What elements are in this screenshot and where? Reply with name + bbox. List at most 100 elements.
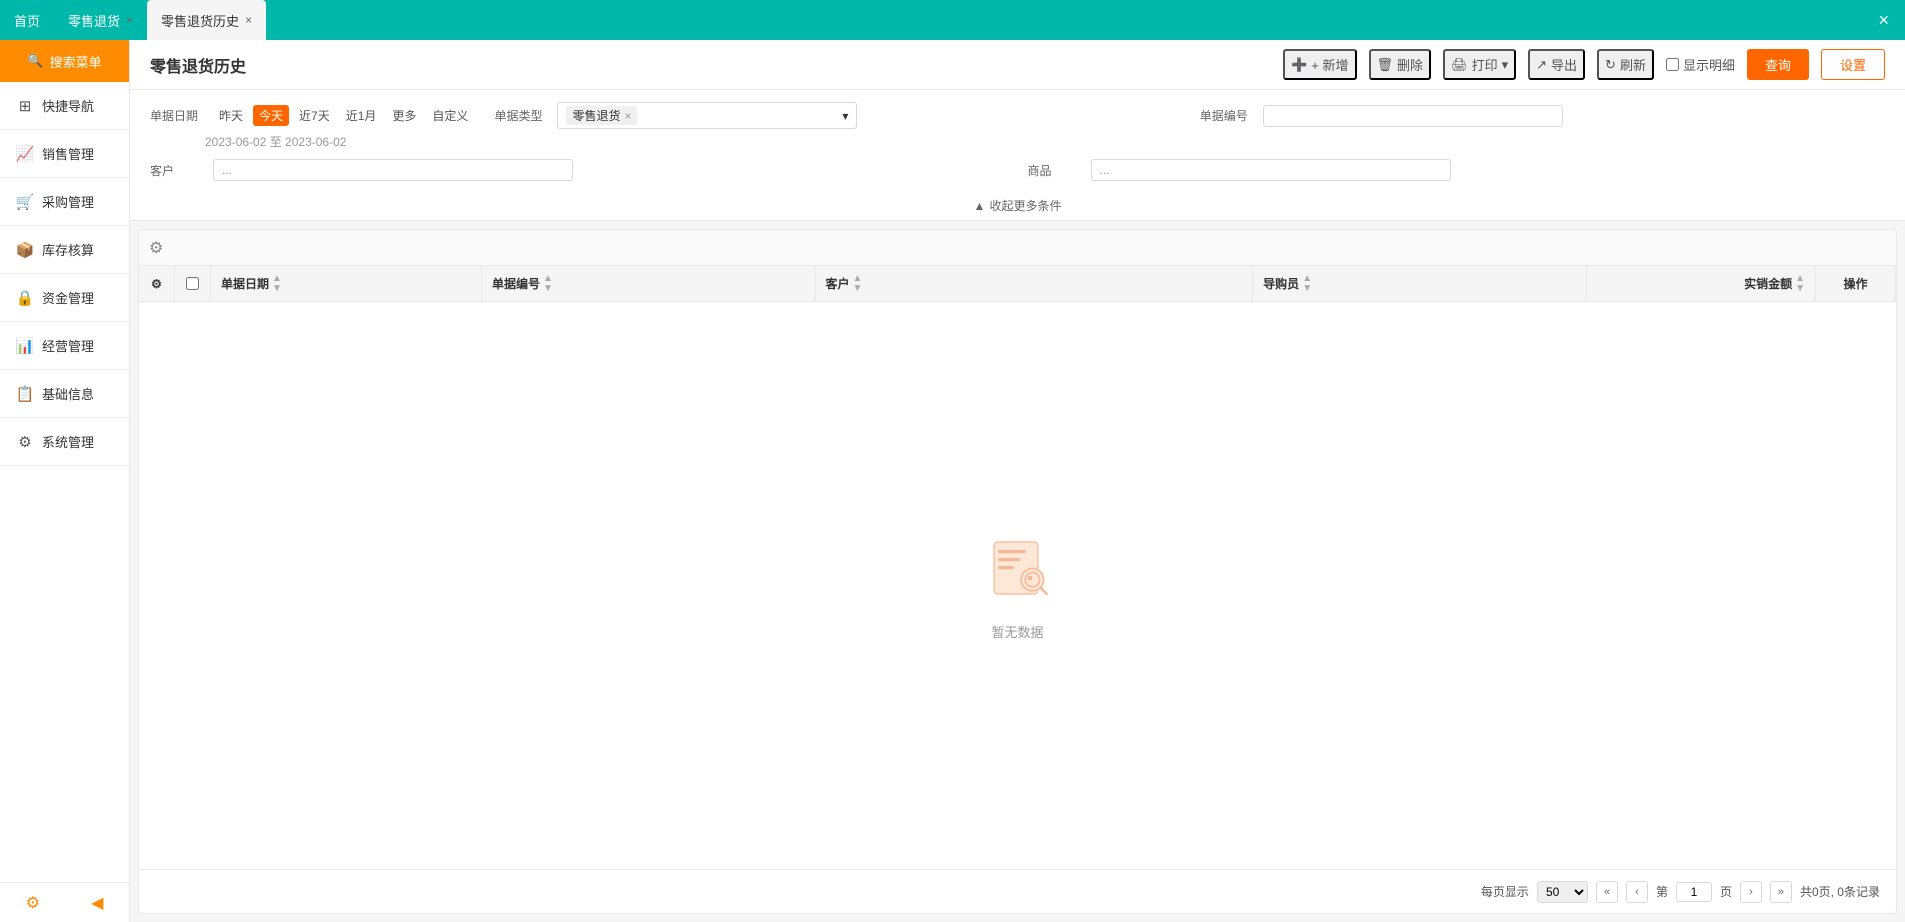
system-mgmt-icon: ⚙ — [16, 433, 34, 451]
last-page-button[interactable]: » — [1770, 881, 1792, 903]
content-area: 零售退货历史 ➕ + 新增 🗑 删除 🖨 打印 ▾ ↗ 导出 — [130, 40, 1905, 922]
print-icon: 🖨 — [1451, 57, 1468, 73]
sidebar-item-quick-nav[interactable]: ⊞ 快捷导航 — [0, 82, 129, 130]
total-label: 共0页, 0条记录 — [1800, 883, 1880, 900]
date-filter-group: 单据日期 昨天 今天 近7天 近1月 更多 自定义 — [150, 105, 474, 126]
settings-bottom-icon[interactable]: ⚙ — [26, 893, 40, 913]
collapse-sidebar-icon[interactable]: ◀ — [91, 893, 103, 913]
page-number-input[interactable] — [1676, 882, 1712, 902]
page-header: 零售退货历史 ➕ + 新增 🗑 删除 🖨 打印 ▾ ↗ 导出 — [130, 40, 1905, 90]
type-tag-label: 零售退货 — [572, 107, 620, 124]
collapse-icon: ▲ — [974, 199, 986, 213]
setting-button[interactable]: 设置 — [1821, 49, 1885, 80]
sidebar-search[interactable]: 🔍 搜索菜单 — [0, 40, 129, 82]
page-size-select[interactable]: 50 10 20 100 — [1537, 881, 1588, 903]
date-opt-more[interactable]: 更多 — [386, 105, 422, 126]
new-icon: ➕ — [1291, 57, 1307, 73]
th-settings: ⚙ — [139, 266, 175, 301]
show-detail-checkbox[interactable] — [1666, 58, 1679, 71]
refresh-label: 刷新 — [1620, 55, 1646, 74]
customer-filter-group: 客户 ... — [150, 159, 1008, 181]
tab-retail-return-history-close[interactable]: × — [245, 13, 252, 27]
tab-retail-return-close[interactable]: × — [126, 13, 133, 27]
date-options: 昨天 今天 近7天 近1月 更多 自定义 — [213, 105, 474, 126]
type-tag-close[interactable]: × — [624, 109, 631, 123]
table-header: ⚙ 单据日期 ▲▼ 单据编号 ▲▼ 客户 ▲▼ 导购员 — [139, 266, 1896, 302]
th-date[interactable]: 单据日期 ▲▼ — [211, 266, 482, 301]
date-opt-today[interactable]: 今天 — [253, 105, 289, 126]
tab-retail-return-history[interactable]: 零售退货历史 × — [147, 0, 266, 40]
inventory-icon: 📦 — [16, 241, 34, 259]
tab-retail-return[interactable]: 零售退货 × — [54, 0, 147, 40]
sidebar-item-inventory[interactable]: 📦 库存核算 — [0, 226, 129, 274]
refresh-button[interactable]: ↻ 刷新 — [1597, 49, 1654, 80]
tab-home-label: 首页 — [14, 11, 40, 30]
goods-filter-select[interactable]: ... — [1091, 159, 1451, 181]
date-range-text: 2023-06-02 至 2023-06-02 — [205, 135, 346, 149]
new-button[interactable]: ➕ + 新增 — [1283, 49, 1356, 80]
sidebar-item-basic-info[interactable]: 📋 基础信息 — [0, 370, 129, 418]
date-opt-custom[interactable]: 自定义 — [426, 105, 474, 126]
order-no-input[interactable] — [1263, 105, 1563, 127]
first-page-button[interactable]: « — [1596, 881, 1618, 903]
th-amount[interactable]: 实销金额 ▲▼ — [1587, 266, 1816, 301]
th-guide[interactable]: 导购员 ▲▼ — [1253, 266, 1587, 301]
goods-ellipsis: ... — [1100, 163, 1110, 177]
header-actions: ➕ + 新增 🗑 删除 🖨 打印 ▾ ↗ 导出 ↻ — [1283, 49, 1885, 80]
page-label: 页 — [1720, 883, 1732, 900]
customer-filter-select[interactable]: ... — [213, 159, 573, 181]
tab-retail-return-history-label: 零售退货历史 — [161, 11, 239, 30]
amount-sort-icon: ▲▼ — [1795, 274, 1805, 294]
delete-button[interactable]: 🗑 删除 — [1369, 49, 1432, 80]
next-page-button[interactable]: › — [1740, 881, 1762, 903]
window-close-button[interactable]: × — [1862, 0, 1905, 40]
sidebar-item-sales-mgmt[interactable]: 📈 销售管理 — [0, 130, 129, 178]
sidebar-item-basic-info-label: 基础信息 — [42, 384, 94, 403]
type-filter-select[interactable]: 零售退货 × ▾ — [557, 102, 857, 129]
empty-state-icon — [978, 530, 1058, 610]
filter-row-1: 单据日期 昨天 今天 近7天 近1月 更多 自定义 单据类型 — [150, 102, 1885, 129]
print-button[interactable]: 🖨 打印 ▾ — [1443, 49, 1516, 80]
date-sort-icon: ▲▼ — [272, 274, 282, 294]
order-no-filter-group: 单据编号 — [1200, 105, 1885, 127]
finance-icon: 🔒 — [16, 289, 34, 307]
table-area: ⚙ ⚙ 单据日期 ▲▼ 单据编号 ▲▼ 客户 — [138, 229, 1897, 914]
type-filter-group: 单据类型 零售退货 × ▾ — [494, 102, 1179, 129]
date-filter-label: 单据日期 — [150, 107, 205, 124]
delete-label: 删除 — [1397, 55, 1423, 74]
header-checkbox[interactable] — [186, 277, 199, 290]
collapse-label: 收起更多条件 — [989, 197, 1061, 214]
main-layout: 🔍 搜索菜单 ⊞ 快捷导航 📈 销售管理 🛒 采购管理 📦 库存核算 🔒 — [0, 40, 1905, 922]
sidebar-item-operations[interactable]: 📊 经营管理 — [0, 322, 129, 370]
th-order-no[interactable]: 单据编号 ▲▼ — [482, 266, 816, 301]
date-opt-1month[interactable]: 近1月 — [340, 105, 383, 126]
sidebar-item-finance[interactable]: 🔒 资金管理 — [0, 274, 129, 322]
print-dropdown-icon: ▾ — [1502, 57, 1509, 73]
export-icon: ↗ — [1536, 57, 1547, 73]
page-title: 零售退货历史 — [150, 53, 246, 77]
date-opt-7days[interactable]: 近7天 — [293, 105, 336, 126]
sidebar-nav: ⊞ 快捷导航 📈 销售管理 🛒 采购管理 📦 库存核算 🔒 资金管理 📊 — [0, 82, 129, 882]
customer-sort-icon: ▲▼ — [853, 274, 863, 294]
sidebar-item-system-mgmt[interactable]: ⚙ 系统管理 — [0, 418, 129, 466]
sidebar-item-purchase-mgmt[interactable]: 🛒 采购管理 — [0, 178, 129, 226]
th-customer[interactable]: 客户 ▲▼ — [816, 266, 1254, 301]
table-toolbar-settings-icon[interactable]: ⚙ — [149, 238, 163, 258]
query-button[interactable]: 查询 — [1747, 49, 1809, 80]
goods-filter-label: 商品 — [1028, 162, 1083, 179]
tab-home[interactable]: 首页 — [0, 0, 54, 40]
sidebar-item-system-mgmt-label: 系统管理 — [42, 432, 94, 451]
prev-page-button[interactable]: ‹ — [1626, 881, 1648, 903]
date-opt-yesterday[interactable]: 昨天 — [213, 105, 249, 126]
th-settings-icon: ⚙ — [151, 277, 162, 291]
collapse-filter-btn[interactable]: ▲ 收起更多条件 — [150, 191, 1885, 220]
sidebar-item-sales-mgmt-label: 销售管理 — [42, 144, 94, 163]
basic-info-icon: 📋 — [16, 385, 34, 403]
quick-nav-icon: ⊞ — [16, 97, 34, 115]
search-icon: 🔍 — [27, 53, 43, 69]
tab-retail-return-label: 零售退货 — [68, 11, 120, 30]
export-button[interactable]: ↗ 导出 — [1528, 49, 1585, 80]
th-customer-label: 客户 — [826, 275, 850, 292]
th-date-label: 单据日期 — [221, 275, 269, 292]
filter-row-2: 客户 ... 商品 ... — [150, 159, 1885, 181]
